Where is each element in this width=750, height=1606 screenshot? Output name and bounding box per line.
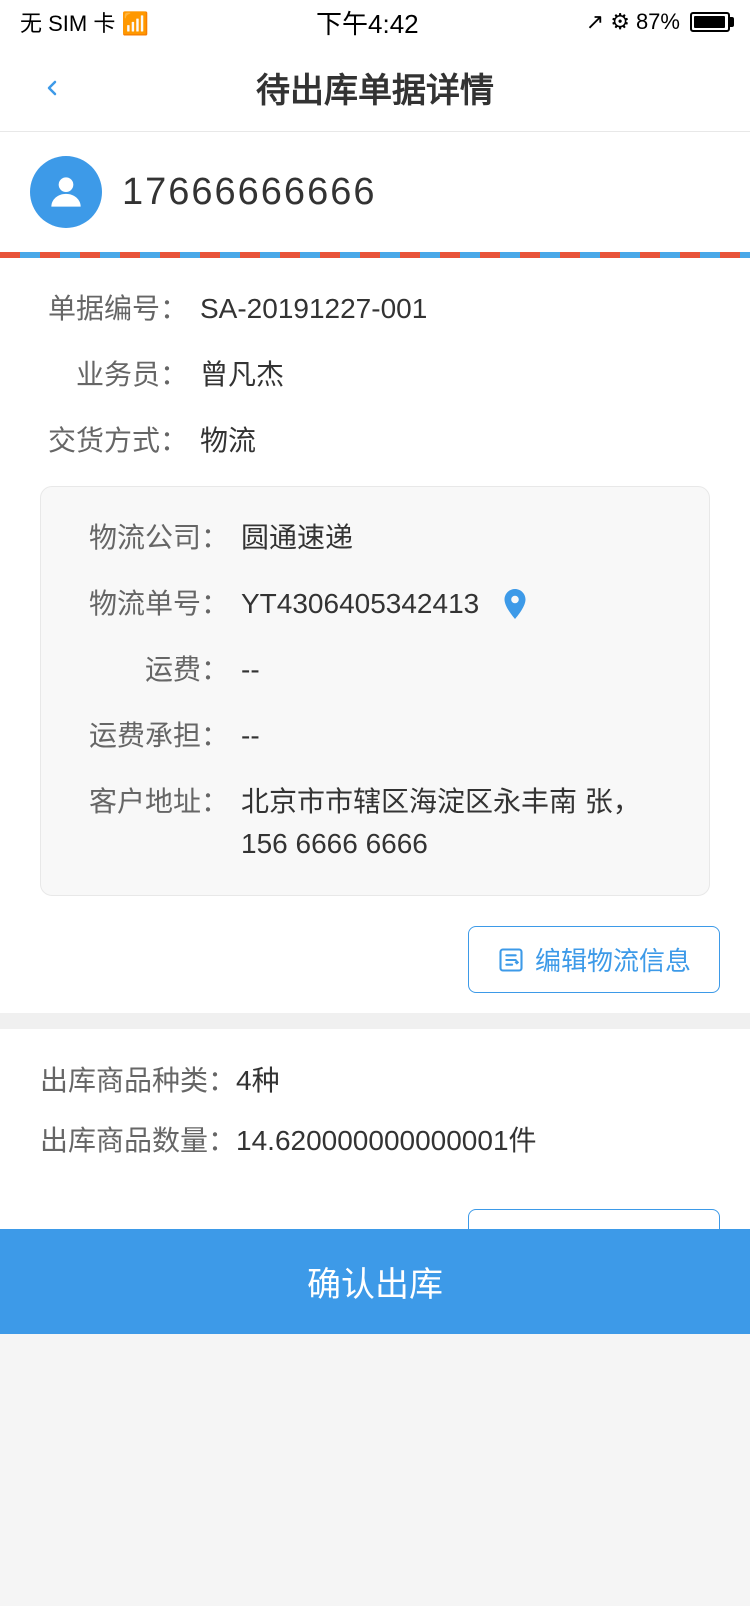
main-info-block: 单据编号： SA-20191227-001 业务员： 曾凡杰 交货方式： 物流 …	[0, 258, 750, 906]
goods-qty-label: 出库商品数量：	[40, 1119, 236, 1159]
customer-section: 17666666666	[0, 132, 750, 252]
logistics-freight-bearer-label: 运费承担：	[81, 715, 229, 757]
logistics-company-value: 圆通速递	[241, 517, 669, 559]
edit-logistics-btn-row: 编辑物流信息	[0, 906, 750, 1013]
edit-logistics-button[interactable]: 编辑物流信息	[468, 926, 720, 993]
page-title: 待出库单据详情	[256, 63, 494, 112]
edit-logistics-label: 编辑物流信息	[535, 941, 691, 978]
delivery-method-label: 交货方式：	[40, 420, 188, 462]
doc-number-value: SA-20191227-001	[200, 288, 710, 330]
status-right: ↗ ⚙ 87%	[586, 9, 730, 35]
doc-number-row: 单据编号： SA-20191227-001	[40, 288, 710, 330]
confirm-button[interactable]: 确认出库	[0, 1229, 750, 1334]
logistics-company-label: 物流公司：	[81, 517, 229, 559]
back-button[interactable]	[30, 66, 74, 110]
logistics-tracking-label: 物流单号：	[81, 583, 229, 625]
logistics-company-row: 物流公司： 圆通速递	[81, 517, 669, 559]
logistics-address-value: 北京市市辖区海淀区永丰南 张，156 6666 6666	[241, 781, 669, 865]
goods-type-row: 出库商品种类： 4种	[40, 1059, 710, 1099]
logistics-tracking-value: YT4306405342413	[241, 583, 479, 625]
logistics-address-row: 客户地址： 北京市市辖区海淀区永丰南 张，156 6666 6666	[81, 781, 669, 865]
confirm-button-label: 确认出库	[307, 1257, 443, 1306]
delivery-method-row: 交货方式： 物流	[40, 420, 710, 462]
sales-rep-value: 曾凡杰	[200, 354, 710, 396]
carrier-wifi: 无 SIM 卡 📶	[20, 6, 149, 38]
customer-phone: 17666666666	[122, 171, 376, 214]
doc-number-label: 单据编号：	[40, 288, 188, 330]
logistics-freight-row: 运费： --	[81, 649, 669, 691]
status-bar: 无 SIM 卡 📶 下午4:42 ↗ ⚙ 87%	[0, 0, 750, 44]
logistics-card: 物流公司： 圆通速递 物流单号： YT4306405342413 运费： --	[40, 486, 710, 896]
battery-icon	[690, 12, 730, 32]
gray-separator	[0, 1013, 750, 1029]
logistics-freight-bearer-row: 运费承担： --	[81, 715, 669, 757]
location-icon[interactable]	[495, 584, 535, 624]
status-time: 下午4:42	[316, 4, 419, 41]
goods-section: 出库商品种类： 4种 出库商品数量： 14.620000000000001件	[0, 1029, 750, 1189]
goods-qty-value: 14.620000000000001件	[236, 1119, 537, 1159]
logistics-tracking-row: 物流单号： YT4306405342413	[81, 583, 669, 625]
goods-type-label: 出库商品种类：	[40, 1059, 236, 1099]
logistics-freight-label: 运费：	[81, 649, 229, 691]
avatar	[30, 156, 102, 228]
sales-rep-label: 业务员：	[40, 354, 188, 396]
goods-qty-row: 出库商品数量： 14.620000000000001件	[40, 1119, 710, 1159]
logistics-freight-value: --	[241, 649, 669, 691]
logistics-address-label: 客户地址：	[81, 781, 229, 823]
logistics-freight-bearer-value: --	[241, 715, 669, 757]
delivery-method-value: 物流	[200, 420, 710, 462]
nav-bar: 待出库单据详情	[0, 44, 750, 132]
goods-type-value: 4种	[236, 1059, 280, 1099]
sales-rep-row: 业务员： 曾凡杰	[40, 354, 710, 396]
